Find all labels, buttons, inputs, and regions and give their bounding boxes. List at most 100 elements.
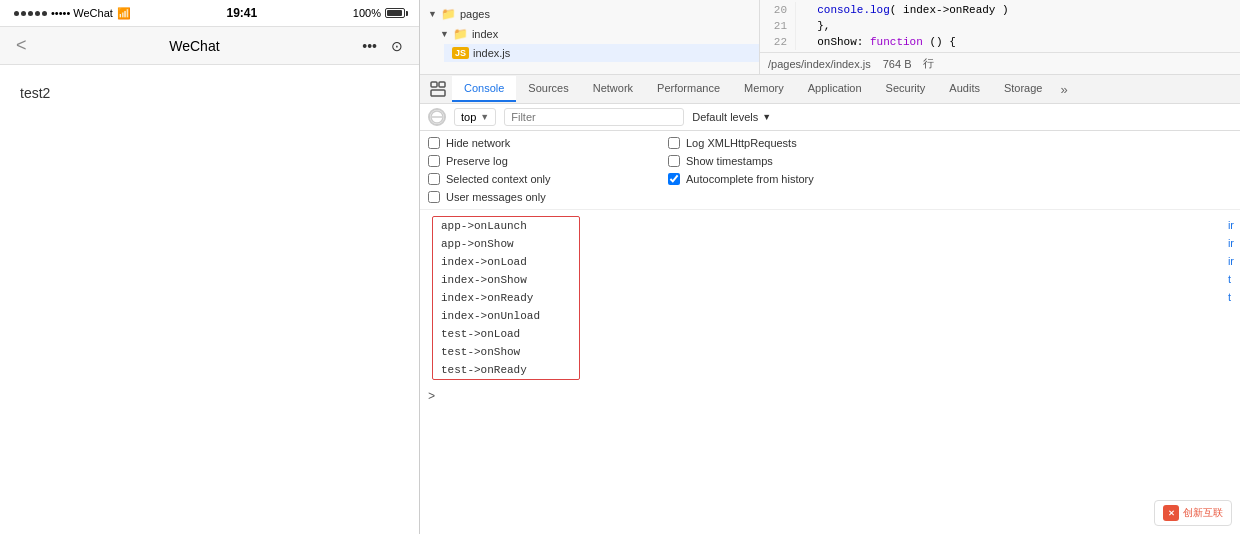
settings-right-col: Log XMLHttpRequests Show timestamps Auto…	[668, 135, 868, 205]
code-lines: 20 21 22 console.log( index->onReady ) }…	[760, 0, 1240, 52]
console-right-links: ir ir ir t t	[1222, 216, 1240, 306]
devtools-header: ▼ 📁 pages ▼ 📁 index JS index.js 20 21 22	[420, 0, 1240, 75]
file-path-bar: /pages/index/index.js 764 B 行	[760, 52, 1240, 74]
phone-status-bar: ••••• WeChat 📶 19:41 100%	[0, 0, 419, 27]
selected-context-checkbox[interactable]	[428, 173, 440, 185]
line-numbers: 20 21 22	[760, 2, 796, 50]
more-tabs-button[interactable]: »	[1054, 76, 1073, 103]
clear-console-button[interactable]	[428, 108, 446, 126]
tab-security[interactable]: Security	[874, 76, 938, 102]
more-icon[interactable]: •••	[362, 38, 377, 54]
console-link-4[interactable]: t	[1222, 288, 1240, 306]
log-xml-row: Log XMLHttpRequests	[668, 135, 868, 151]
autocomplete-checkbox[interactable]	[668, 173, 680, 185]
tab-sources[interactable]: Sources	[516, 76, 580, 102]
context-caret-icon: ▼	[480, 112, 489, 122]
code-line-20: console.log( index->onReady )	[804, 2, 1232, 18]
prompt-symbol: >	[428, 390, 435, 404]
file-path-label: /pages/index/index.js	[768, 58, 871, 70]
line-num-20: 20	[768, 2, 787, 18]
console-link-0[interactable]: ir	[1222, 216, 1240, 234]
autocomplete-item-7[interactable]: test->onShow	[433, 343, 579, 361]
file-tree-pages[interactable]: ▼ 📁 pages	[420, 4, 759, 24]
autocomplete-item-1[interactable]: app->onShow	[433, 235, 579, 253]
folder-icon-2: 📁	[453, 27, 468, 41]
test-label: test2	[20, 85, 50, 101]
folder-icon: 📁	[441, 7, 456, 21]
battery-pct-label: 100%	[353, 7, 381, 19]
battery-icon	[385, 8, 405, 18]
tab-application[interactable]: Application	[796, 76, 874, 102]
autocomplete-item-6[interactable]: test->onLoad	[433, 325, 579, 343]
console-link-2[interactable]: ir	[1222, 252, 1240, 270]
index-js-label: index.js	[473, 47, 510, 59]
log-xml-label: Log XMLHttpRequests	[686, 137, 797, 149]
console-log: console.log	[817, 4, 890, 16]
autocomplete-row: Autocomplete from history	[668, 171, 868, 187]
tab-memory[interactable]: Memory	[732, 76, 796, 102]
autocomplete-label: Autocomplete from history	[686, 173, 814, 185]
console-settings: Hide network Preserve log Selected conte…	[420, 131, 1240, 210]
js-badge: JS	[452, 47, 469, 59]
context-selector[interactable]: top ▼	[454, 108, 496, 126]
console-link-1[interactable]: ir	[1222, 234, 1240, 252]
file-tree-section: ▼ 📁 pages ▼ 📁 index JS index.js	[420, 0, 760, 74]
show-timestamps-checkbox[interactable]	[668, 155, 680, 167]
user-messages-row: User messages only	[428, 189, 628, 205]
phone-status-left: ••••• WeChat 📶	[14, 7, 131, 20]
dot-4	[35, 11, 40, 16]
watermark: ✕ 创新互联	[1154, 500, 1232, 526]
tab-audits[interactable]: Audits	[937, 76, 992, 102]
watermark-text: 创新互联	[1183, 506, 1223, 520]
phone-simulator: ••••• WeChat 📶 19:41 100% < WeChat ••• ⊙…	[0, 0, 420, 534]
selected-context-label: Selected context only	[446, 173, 551, 185]
tab-network[interactable]: Network	[581, 76, 645, 102]
filter-input[interactable]	[504, 108, 684, 126]
back-icon[interactable]: <	[16, 35, 27, 56]
file-tree-index-js[interactable]: JS index.js	[444, 44, 759, 62]
triangle-icon-2: ▼	[440, 29, 449, 39]
svg-rect-1	[431, 90, 445, 96]
context-value: top	[461, 111, 476, 123]
console-prompt-row: >	[420, 386, 1240, 408]
user-messages-label: User messages only	[446, 191, 546, 203]
settings-left-col: Hide network Preserve log Selected conte…	[428, 135, 628, 205]
target-icon[interactable]: ⊙	[391, 38, 403, 54]
tab-storage[interactable]: Storage	[992, 76, 1055, 102]
carrier-label: ••••• WeChat	[51, 7, 113, 19]
wifi-icon: 📶	[117, 7, 131, 20]
file-tree-index-folder[interactable]: ▼ 📁 index	[432, 24, 759, 44]
log-xml-checkbox[interactable]	[668, 137, 680, 149]
dot-5	[42, 11, 47, 16]
battery-fill	[387, 10, 402, 16]
default-levels-button[interactable]: Default levels ▼	[692, 111, 771, 123]
watermark-logo: ✕	[1163, 505, 1179, 521]
console-output[interactable]: app->onLaunch app->onShow index->onLoad …	[420, 210, 1240, 534]
devtools-panel: ▼ 📁 pages ▼ 📁 index JS index.js 20 21 22	[420, 0, 1240, 534]
autocomplete-dropdown[interactable]: app->onLaunch app->onShow index->onLoad …	[432, 216, 580, 380]
autocomplete-item-8[interactable]: test->onReady	[433, 361, 579, 379]
code-line-21: },	[804, 18, 1232, 34]
inspector-button[interactable]	[424, 75, 452, 103]
autocomplete-item-0[interactable]: app->onLaunch	[433, 217, 579, 235]
autocomplete-item-3[interactable]: index->onShow	[433, 271, 579, 289]
tab-performance[interactable]: Performance	[645, 76, 732, 102]
file-size-label: 764 B	[883, 58, 912, 70]
function-keyword: function	[870, 36, 923, 48]
hide-network-checkbox[interactable]	[428, 137, 440, 149]
svg-rect-0	[431, 82, 437, 87]
preserve-log-label: Preserve log	[446, 155, 508, 167]
preserve-log-row: Preserve log	[428, 153, 628, 169]
preserve-log-checkbox[interactable]	[428, 155, 440, 167]
hide-network-row: Hide network	[428, 135, 628, 151]
line-num-22: 22	[768, 34, 787, 50]
console-link-3[interactable]: t	[1222, 270, 1240, 288]
dot-3	[28, 11, 33, 16]
tab-console[interactable]: Console	[452, 76, 516, 102]
autocomplete-item-2[interactable]: index->onLoad	[433, 253, 579, 271]
user-messages-checkbox[interactable]	[428, 191, 440, 203]
code-content: console.log( index->onReady ) }, onShow:…	[796, 2, 1240, 50]
autocomplete-item-4[interactable]: index->onReady	[433, 289, 579, 307]
index-folder-label: index	[472, 28, 498, 40]
autocomplete-item-5[interactable]: index->onUnload	[433, 307, 579, 325]
